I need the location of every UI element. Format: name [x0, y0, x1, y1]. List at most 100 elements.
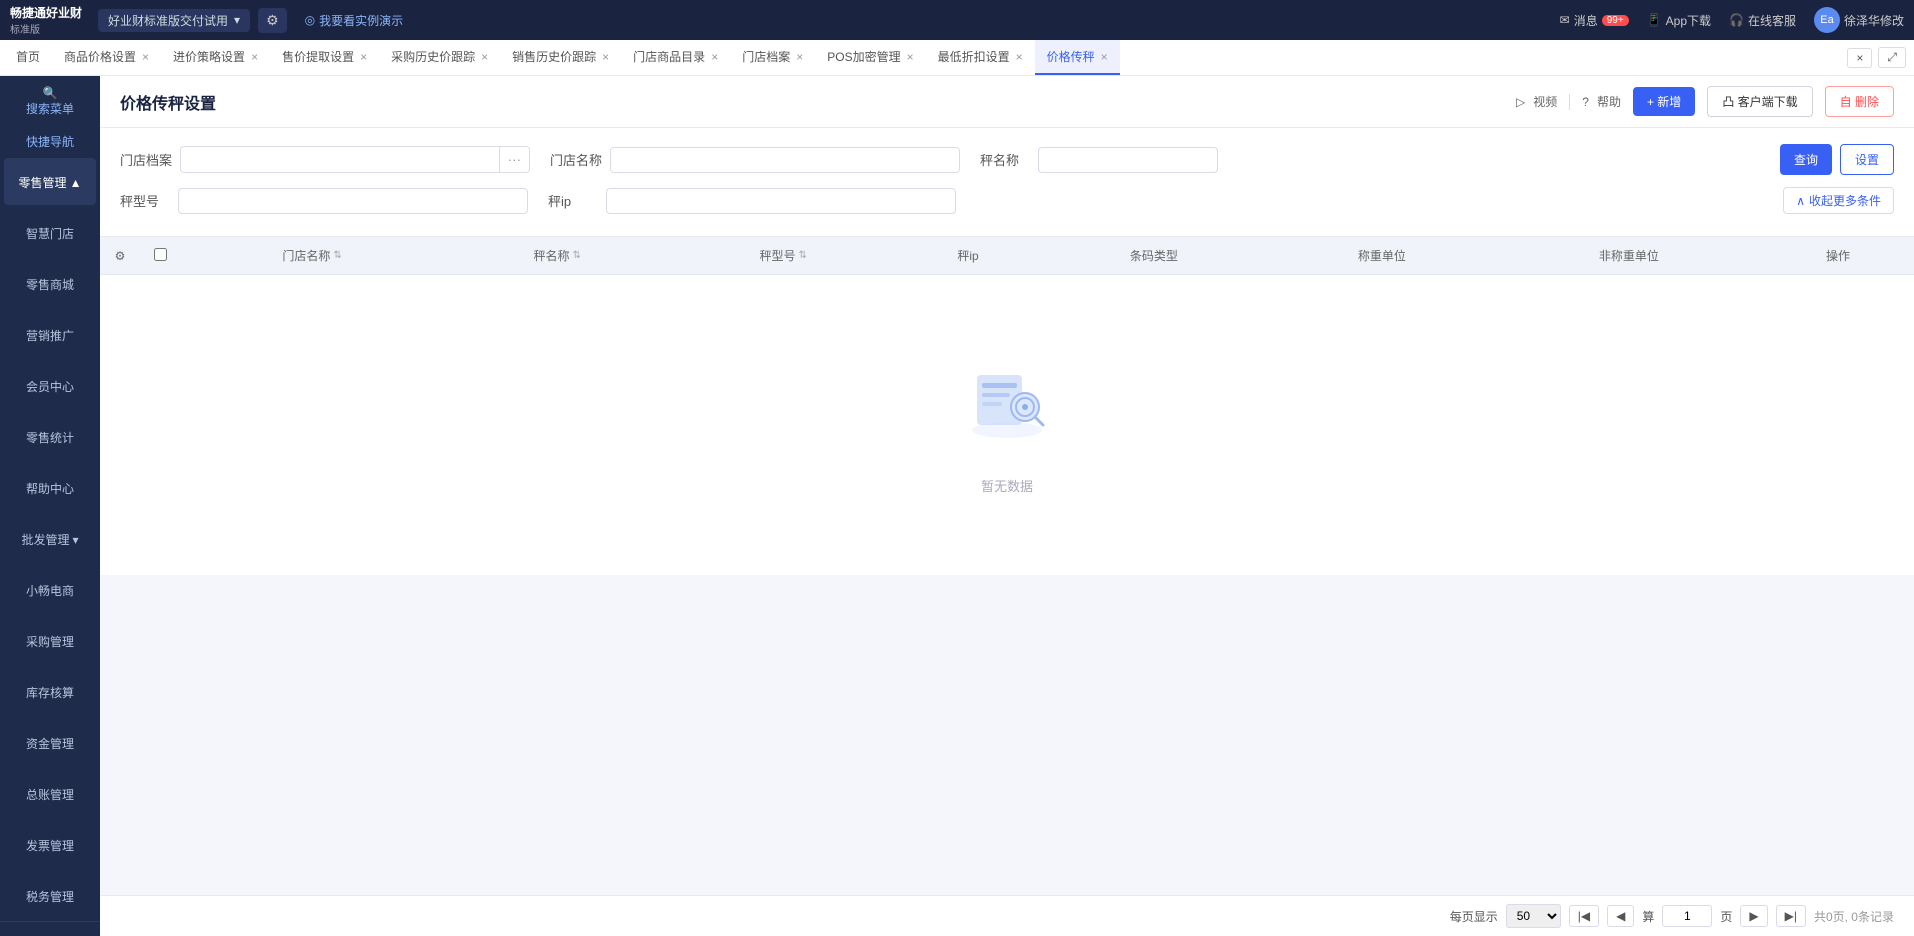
th-scale-model-sort[interactable]: 秤型号 ⇅	[760, 247, 807, 264]
download-button[interactable]: 凸 客户端下载	[1707, 86, 1812, 117]
sidebar-item-smart-store[interactable]: 智慧门店	[4, 209, 96, 256]
sidebar-item-tax[interactable]: 税务管理	[4, 872, 96, 919]
sidebar-member-label: 会员中心	[26, 378, 74, 395]
th-operation-label: 操作	[1826, 249, 1850, 263]
tab-purchase-strategy-label: 进价策略设置	[173, 48, 245, 65]
message-button[interactable]: ✉ 消息 99+	[1560, 12, 1629, 29]
app-download-button[interactable]: 📱 App下载	[1647, 12, 1711, 29]
sidebar-item-finance[interactable]: 资金管理	[4, 719, 96, 766]
page-actions-left: ▷ 视频 ? 帮助	[1516, 93, 1621, 110]
message-badge: 99+	[1602, 15, 1629, 26]
sidebar-item-ledger[interactable]: 总账管理	[4, 770, 96, 817]
maximize-tab-button[interactable]: ⤢	[1878, 47, 1906, 68]
user-menu[interactable]: Ea 徐泽华修改	[1814, 7, 1904, 33]
collapse-button[interactable]: ∧ 收起更多条件	[1783, 187, 1894, 214]
close-tab-button[interactable]: ×	[1847, 48, 1872, 68]
sidebar-search-label: 搜索菜单	[8, 100, 92, 117]
per-page-label: 每页显示	[1450, 908, 1498, 925]
dropdown-arrow-icon: ▾	[234, 13, 240, 27]
tab-purchase-strategy-close[interactable]: ×	[251, 50, 258, 64]
delete-button[interactable]: 自 删除	[1825, 86, 1894, 117]
th-store-name-sort[interactable]: 门店名称 ⇅	[282, 247, 341, 264]
sidebar-item-purchase[interactable]: 采购管理	[4, 617, 96, 664]
th-scale-model: 秤型号 ⇅	[670, 237, 896, 275]
tab-sale-history-close[interactable]: ×	[602, 50, 609, 64]
collapse-icon: ∧	[1796, 194, 1805, 208]
sidebar-item-retail-management[interactable]: 零售管理 ▲	[4, 158, 96, 205]
page-input[interactable]	[1662, 905, 1712, 927]
sidebar-retail-management-label: 零售管理	[19, 174, 67, 191]
filter-scale-ip-input[interactable]	[606, 188, 956, 214]
filter-scale-model-input[interactable]	[178, 188, 528, 214]
sidebar-item-member[interactable]: 会员中心	[4, 362, 96, 409]
message-label: 消息	[1574, 12, 1598, 29]
empty-text: 暂无数据	[981, 476, 1033, 495]
tab-pos-management-close[interactable]: ×	[907, 50, 914, 64]
th-scale-name-sort[interactable]: 秤名称 ⇅	[533, 247, 580, 264]
tab-purchase-history[interactable]: 采购历史价跟踪 ×	[379, 40, 500, 75]
tab-store-archive-close[interactable]: ×	[796, 50, 803, 64]
content-area: 价格传秤设置 ▷ 视频 ? 帮助 + 新增 凸 客户端下载	[100, 76, 1914, 936]
filter-scale-name-input[interactable]	[1038, 147, 1218, 173]
tab-sale-history[interactable]: 销售历史价跟踪 ×	[500, 40, 621, 75]
tab-price-scale-label: 价格传秤	[1047, 48, 1095, 65]
tab-price-scale-close[interactable]: ×	[1101, 50, 1108, 64]
filter-store-archive-dots[interactable]: ···	[499, 147, 529, 172]
tab-home[interactable]: 首页	[4, 40, 52, 75]
sidebar-item-help[interactable]: 帮助中心	[4, 464, 96, 511]
tab-store-catalog[interactable]: 门店商品目录 ×	[621, 40, 730, 75]
tab-sale-price-close[interactable]: ×	[360, 50, 367, 64]
sidebar-help-label: 帮助中心	[26, 480, 74, 497]
th-checkbox[interactable]	[140, 237, 180, 275]
sidebar-search[interactable]: 🔍 搜索菜单	[0, 76, 100, 127]
delete-button-label: 自 删除	[1840, 93, 1879, 110]
sidebar-item-ecommerce[interactable]: 小畅电商	[4, 566, 96, 613]
tab-purchase-strategy[interactable]: 进价策略设置 ×	[161, 40, 270, 75]
tab-price-scale[interactable]: 价格传秤 ×	[1035, 40, 1120, 75]
filter-store-archive-label: 门店档案	[120, 150, 172, 169]
filter-store-archive-input[interactable]	[181, 148, 499, 172]
sidebar-item-marketing[interactable]: 营销推广	[4, 311, 96, 358]
page-first-button[interactable]: |◀	[1569, 905, 1599, 927]
tab-purchase-history-close[interactable]: ×	[481, 50, 488, 64]
th-operation: 操作	[1762, 237, 1914, 275]
settings-gear-button[interactable]: ⚙	[258, 8, 287, 33]
page-last-button[interactable]: ▶|	[1776, 905, 1806, 927]
tab-store-catalog-label: 门店商品目录	[633, 48, 705, 65]
tab-product-price[interactable]: 商品价格设置 ×	[52, 40, 161, 75]
sidebar-item-inventory[interactable]: 库存核算	[4, 668, 96, 715]
th-scale-name-label: 秤名称	[533, 247, 569, 264]
online-service-button[interactable]: 🎧 在线客服	[1729, 12, 1796, 29]
tab-min-discount[interactable]: 最低折扣设置 ×	[926, 40, 1035, 75]
tab-min-discount-close[interactable]: ×	[1016, 50, 1023, 64]
tab-store-archive[interactable]: 门店档案 ×	[730, 40, 815, 75]
logo-sub: 标准版	[10, 21, 82, 36]
sidebar-bottom-settings[interactable]: ⚙	[0, 921, 100, 936]
demo-link[interactable]: ◎ 我要看实例演示	[305, 12, 404, 29]
tab-sale-price[interactable]: 售价提取设置 ×	[270, 40, 379, 75]
sidebar-marketing-label: 营销推广	[26, 327, 74, 344]
sidebar-item-wholesale[interactable]: 批发管理 ▾	[4, 515, 96, 562]
sidebar-inventory-label: 库存核算	[26, 684, 74, 701]
sidebar-quick-nav[interactable]: 快捷导航	[0, 127, 100, 156]
th-settings[interactable]: ⚙	[100, 237, 140, 275]
sidebar-item-retail-mall[interactable]: 零售商城	[4, 260, 96, 307]
page-next-button[interactable]: ▶	[1740, 905, 1767, 927]
sidebar-item-invoice[interactable]: 发票管理	[4, 821, 96, 868]
filter-settings-button[interactable]: 设置	[1840, 144, 1894, 175]
page-prev-button[interactable]: ◀	[1607, 905, 1634, 927]
th-store-name-label: 门店名称	[282, 247, 330, 264]
per-page-select[interactable]: 50 10 20 100	[1506, 904, 1561, 928]
tab-pos-management[interactable]: POS加密管理 ×	[815, 40, 925, 75]
tab-product-price-close[interactable]: ×	[142, 50, 149, 64]
tab-store-catalog-close[interactable]: ×	[711, 50, 718, 64]
sidebar-item-retail-stats[interactable]: 零售统计	[4, 413, 96, 460]
filter-store-archive: 门店档案 ···	[120, 146, 530, 173]
add-button[interactable]: + 新增	[1633, 87, 1695, 116]
version-dropdown[interactable]: 好业财标准版交付试用 ▾	[98, 9, 250, 32]
query-button[interactable]: 查询	[1780, 144, 1832, 175]
filter-store-name-input[interactable]	[610, 147, 960, 173]
demo-link-label: 我要看实例演示	[319, 12, 403, 29]
version-label: 好业财标准版交付试用	[108, 12, 228, 29]
select-all-checkbox[interactable]	[154, 248, 167, 261]
